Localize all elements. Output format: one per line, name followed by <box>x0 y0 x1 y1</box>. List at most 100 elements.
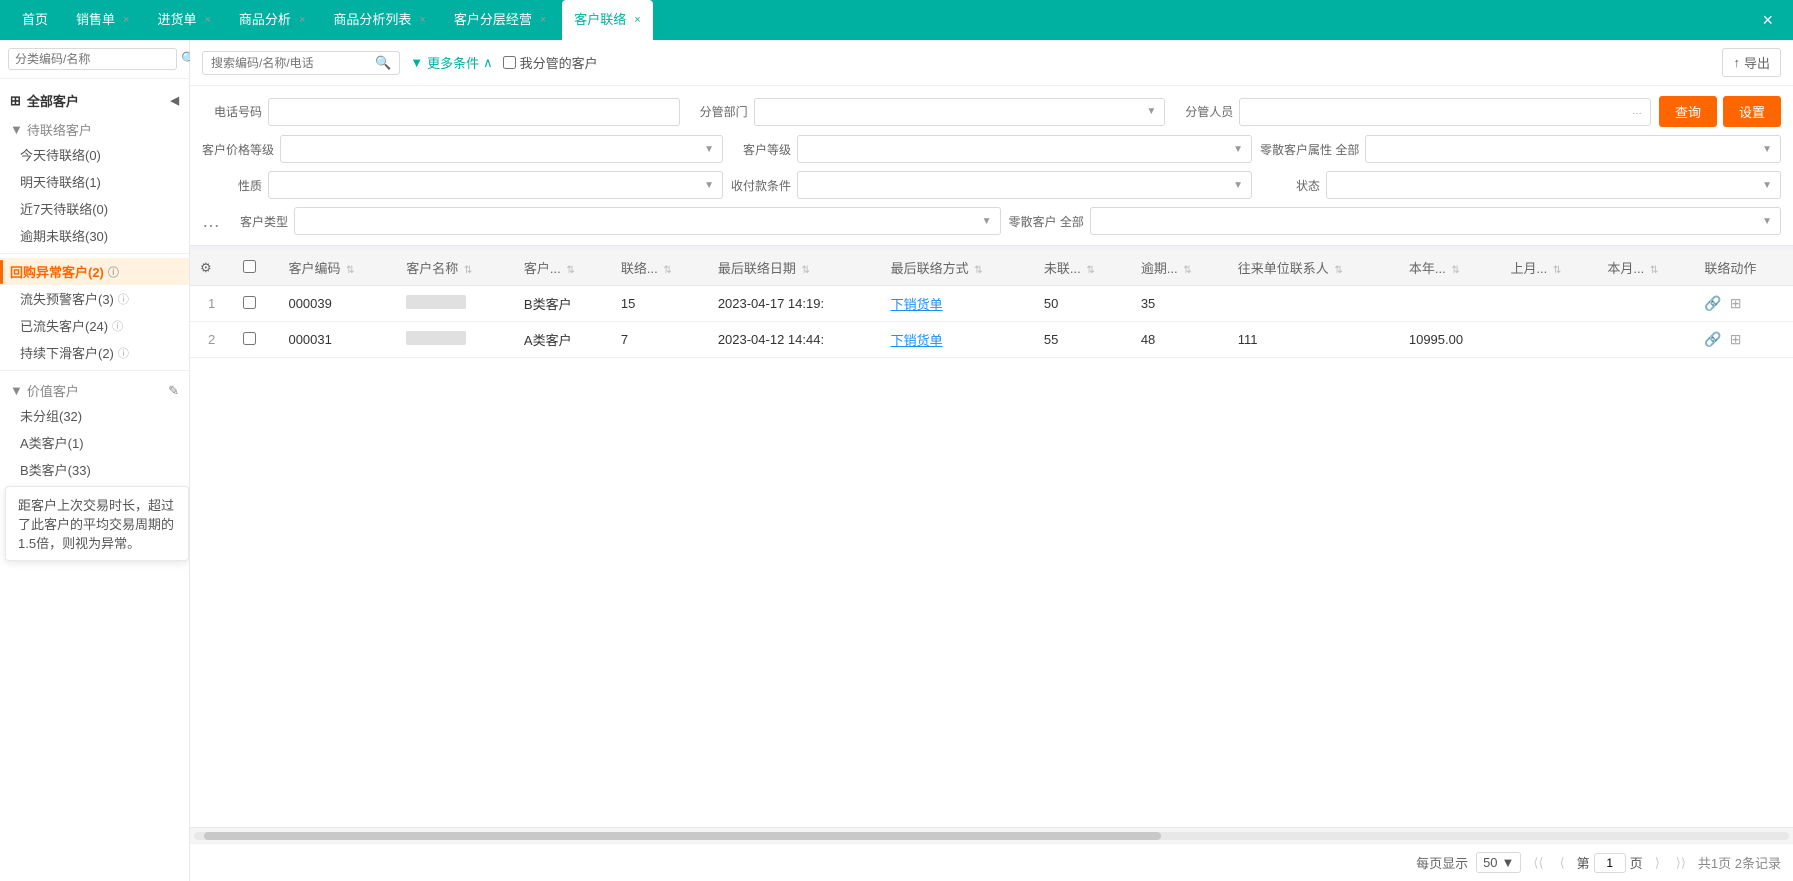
collapse-icon[interactable]: ◀ <box>171 94 179 107</box>
select-all-checkbox[interactable] <box>243 260 256 273</box>
sidebar-item-lost[interactable]: 已流失客户(24) ⓘ <box>0 312 189 339</box>
action-icons-2: 🔗 ⊞ <box>1704 331 1783 348</box>
main-search-input[interactable] <box>211 56 371 70</box>
sidebar-item-lost-warning[interactable]: 流失预警客户(3) ⓘ <box>0 285 189 312</box>
method-link-1[interactable]: 下销货单 <box>891 297 943 312</box>
sidebar-item-today[interactable]: 今天待联络(0) <box>0 141 189 168</box>
export-btn[interactable]: ↑ 导出 <box>1722 48 1781 77</box>
nature-select[interactable]: ▼ <box>268 171 723 199</box>
row-date-2: 2023-04-12 14:44: <box>708 322 881 358</box>
nav-product-analysis[interactable]: 商品分析 × <box>227 0 317 40</box>
col-name[interactable]: 客户名称 ⇅ <box>396 250 514 286</box>
col-settings: ⚙ <box>190 250 233 286</box>
row-num-2: 2 <box>190 322 233 358</box>
sidebar-item-ungrouped[interactable]: 未分组(32) <box>0 402 189 429</box>
sidebar-item-7days[interactable]: 近7天待联络(0) <box>0 195 189 222</box>
nav-customer-segment[interactable]: 客户分层经营 × <box>442 0 558 40</box>
sidebar-search-input[interactable] <box>8 48 177 70</box>
last-page-btn[interactable]: ⟩⟩ <box>1672 853 1690 873</box>
col-last-method[interactable]: 最后联络方式 ⇅ <box>881 250 1034 286</box>
dept-select[interactable]: ▼ <box>754 98 1166 126</box>
value-customer-header[interactable]: ▼ 价值客户 ✎ <box>0 375 189 402</box>
retail-attr-label: 零散客户属性 全部 <box>1260 141 1359 158</box>
edit-icon[interactable]: ✎ <box>168 383 179 399</box>
col-code[interactable]: 客户编码 ⇅ <box>278 250 396 286</box>
person-select[interactable]: … <box>1239 98 1651 126</box>
col-checkbox <box>233 250 278 286</box>
next-page-btn[interactable]: ⟩ <box>1651 853 1664 873</box>
payment-label: 收付款条件 <box>731 177 791 194</box>
col-type[interactable]: 客户... ⇅ <box>514 250 611 286</box>
row-1-checkbox[interactable] <box>243 296 256 309</box>
close-purchase-icon[interactable]: × <box>204 0 210 40</box>
prev-page-btn[interactable]: ⟨ <box>1556 853 1569 873</box>
price-grade-select[interactable]: ▼ <box>280 135 723 163</box>
payment-select[interactable]: ▼ <box>797 171 1252 199</box>
query-button[interactable]: 查询 <box>1659 96 1717 127</box>
status-select[interactable]: ▼ <box>1326 171 1781 199</box>
close-product-icon[interactable]: × <box>299 0 305 40</box>
sidebar-item-class-a[interactable]: A类客户(1) <box>0 429 189 456</box>
row-type-1: B类客户 <box>514 286 611 322</box>
row-contact-1: 15 <box>611 286 708 322</box>
customer-grade-select[interactable]: ▼ <box>797 135 1252 163</box>
settings-icon[interactable]: ⚙ <box>200 260 212 275</box>
more-conditions-btn[interactable]: ▼ 更多条件 ∧ <box>410 53 492 72</box>
sidebar-item-tomorrow[interactable]: 明天待联络(1) <box>0 168 189 195</box>
phone-input[interactable] <box>268 98 680 126</box>
table-body: 1 000039 B类客户 15 2023-04-17 14:19: <box>190 286 1793 358</box>
col-no-contact[interactable]: 未联... ⇅ <box>1034 250 1131 286</box>
export-icon: ↑ <box>1733 55 1740 70</box>
col-last-date[interactable]: 最后联络日期 ⇅ <box>708 250 881 286</box>
col-contact-count[interactable]: 联络... ⇅ <box>611 250 708 286</box>
sidebar-item-overdue[interactable]: 逾期未联络(30) <box>0 222 189 249</box>
status-label: 状态 <box>1260 177 1320 194</box>
col-company-contact[interactable]: 往来单位联系人 ⇅ <box>1228 250 1399 286</box>
search-icon[interactable]: 🔍 <box>375 55 391 71</box>
nav-sales[interactable]: 销售单 × <box>64 0 141 40</box>
nav-customer-contact[interactable]: 客户联络 × <box>562 0 652 40</box>
window-close-btn[interactable]: × <box>1752 10 1783 31</box>
all-customers-header[interactable]: ⊞ 全部客户 ◀ <box>0 87 189 114</box>
action-icon-link-1[interactable]: 🔗 <box>1704 295 1721 312</box>
nav-product-list[interactable]: 商品分析列表 × <box>321 0 437 40</box>
nav-home[interactable]: 首页 <box>10 0 60 40</box>
sidebar-item-declining[interactable]: 持续下滑客户(2) ⓘ <box>0 339 189 366</box>
close-product-list-icon[interactable]: × <box>419 0 425 40</box>
close-segment-icon[interactable]: × <box>540 0 546 40</box>
customer-type-select[interactable]: ▼ <box>294 207 1001 235</box>
sidebar-item-abnormal[interactable]: 回购异常客户(2) ⓘ <box>0 258 189 285</box>
sidebar-item-class-b[interactable]: B类客户(33) <box>0 456 189 483</box>
per-page-select[interactable]: 50 ▼ <box>1476 852 1521 873</box>
row-year-2: 10995.00 <box>1399 322 1501 358</box>
col-overdue[interactable]: 逾期... ⇅ <box>1131 250 1228 286</box>
method-link-2[interactable]: 下销货单 <box>891 333 943 348</box>
more-filter-btn[interactable]: … <box>202 212 220 230</box>
page-input[interactable] <box>1594 853 1626 873</box>
waiting-contact-header[interactable]: ▼ 待联络客户 <box>0 114 189 141</box>
action-icon-grid-2[interactable]: ⊞ <box>1730 331 1742 348</box>
settings-button[interactable]: 设置 <box>1723 96 1781 127</box>
col-last-month[interactable]: 上月... ⇅ <box>1500 250 1597 286</box>
retail-attr-select[interactable]: ▼ <box>1365 135 1781 163</box>
close-contact-icon[interactable]: × <box>634 0 640 40</box>
scroll-thumb[interactable] <box>204 832 1161 840</box>
my-customer-checkbox[interactable] <box>503 56 516 69</box>
price-grade-label: 客户价格等级 <box>202 141 274 158</box>
row-this-month-1 <box>1597 286 1694 322</box>
first-page-btn[interactable]: ⟨⟨ <box>1529 853 1547 873</box>
row-name-1 <box>396 286 514 322</box>
sort-icon-type: ⇅ <box>566 265 574 276</box>
nav-purchase[interactable]: 进货单 × <box>145 0 222 40</box>
row-no-contact-2: 55 <box>1034 322 1131 358</box>
col-this-month[interactable]: 本月... ⇅ <box>1597 250 1694 286</box>
action-icon-link-2[interactable]: 🔗 <box>1704 331 1721 348</box>
row-2-checkbox[interactable] <box>243 332 256 345</box>
close-sales-icon[interactable]: × <box>123 0 129 40</box>
col-this-year[interactable]: 本年... ⇅ <box>1399 250 1501 286</box>
action-icon-grid-1[interactable]: ⊞ <box>1730 295 1742 312</box>
horizontal-scrollbar[interactable] <box>190 827 1793 843</box>
row-checkbox-2 <box>233 322 278 358</box>
retail-customer-select[interactable]: ▼ <box>1090 207 1781 235</box>
col-action: 联络动作 <box>1694 250 1793 286</box>
